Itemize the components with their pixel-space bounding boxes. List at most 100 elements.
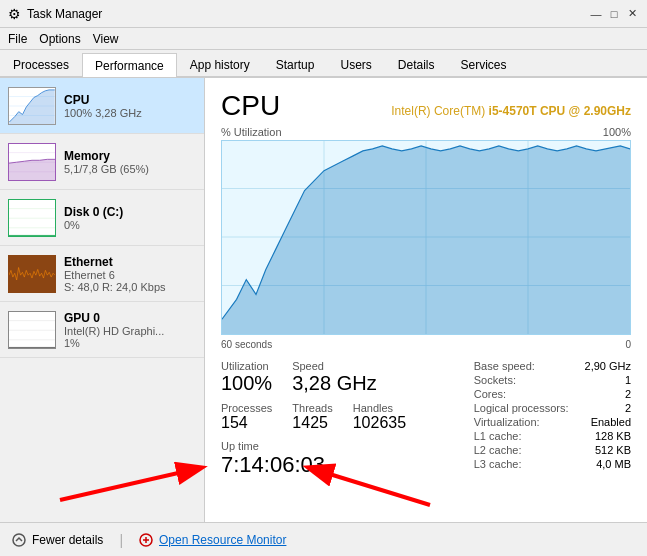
- l1-label: L1 cache:: [474, 430, 569, 442]
- cpu-panel-title: CPU: [221, 90, 280, 122]
- tab-processes[interactable]: Processes: [0, 52, 82, 76]
- specs-panel: Base speed: 2,90 GHz Sockets: 1 Cores: 2…: [474, 360, 631, 482]
- gpu-sidebar-detail2: 1%: [64, 337, 196, 349]
- tab-app-history[interactable]: App history: [177, 52, 263, 76]
- ethernet-sidebar-detail: Ethernet 6: [64, 269, 196, 281]
- tab-details[interactable]: Details: [385, 52, 448, 76]
- cpu-model-label: Intel(R) Core(TM) i5-4570T CPU @ 2.90GHz: [391, 104, 631, 118]
- ethernet-sidebar-detail2: S: 48,0 R: 24,0 Kbps: [64, 281, 196, 293]
- ethernet-thumbnail: [8, 255, 56, 293]
- disk-sidebar-name: Disk 0 (C:): [64, 205, 196, 219]
- tab-services[interactable]: Services: [448, 52, 520, 76]
- cores-label: Cores:: [474, 388, 569, 400]
- menu-bar: File Options View: [0, 28, 647, 50]
- spec-grid: Base speed: 2,90 GHz Sockets: 1 Cores: 2…: [474, 360, 631, 470]
- maximize-button[interactable]: □: [607, 7, 621, 21]
- sidebar-item-memory[interactable]: Memory 5,1/7,8 GB (65%): [0, 134, 204, 190]
- gpu-sidebar-detail: Intel(R) HD Graphi...: [64, 325, 196, 337]
- l2-value: 512 KB: [585, 444, 631, 456]
- tab-bar: Processes Performance App history Startu…: [0, 50, 647, 78]
- l2-label: L2 cache:: [474, 444, 569, 456]
- sidebar-item-gpu[interactable]: GPU 0 Intel(R) HD Graphi... 1%: [0, 302, 204, 358]
- processes-stat-label: Processes: [221, 402, 272, 414]
- gpu-sidebar-name: GPU 0: [64, 311, 196, 325]
- separator: |: [119, 532, 123, 548]
- svg-marker-9: [9, 159, 55, 180]
- handles-stat-value: 102635: [353, 414, 406, 432]
- ethernet-sidebar-name: Ethernet: [64, 255, 196, 269]
- cpu-sidebar-name: CPU: [64, 93, 196, 107]
- processes-stat-value: 154: [221, 414, 272, 432]
- bottom-bar: Fewer details | Open Resource Monitor: [0, 522, 647, 556]
- sidebar-item-ethernet[interactable]: Ethernet Ethernet 6 S: 48,0 R: 24,0 Kbps: [0, 246, 204, 302]
- menu-options[interactable]: Options: [39, 32, 80, 46]
- threads-stat-label: Threads: [292, 402, 332, 414]
- svg-point-27: [13, 534, 25, 546]
- cpu-graph: [221, 140, 631, 335]
- l3-value: 4,0 MB: [585, 458, 631, 470]
- memory-sidebar-detail: 5,1/7,8 GB (65%): [64, 163, 196, 175]
- minimize-button[interactable]: —: [589, 7, 603, 21]
- tab-performance[interactable]: Performance: [82, 53, 177, 77]
- window-controls: — □ ✕: [589, 7, 639, 21]
- graph-left-label: 60 seconds: [221, 339, 272, 350]
- menu-view[interactable]: View: [93, 32, 119, 46]
- title-bar: ⚙ Task Manager — □ ✕: [0, 0, 647, 28]
- graph-time-labels: 60 seconds 0: [221, 339, 631, 350]
- stat-threads: Threads 1425: [292, 402, 332, 432]
- monitor-icon: [139, 533, 153, 547]
- close-button[interactable]: ✕: [625, 7, 639, 21]
- util-max-label: 100%: [603, 126, 631, 138]
- app-icon: ⚙: [8, 6, 21, 22]
- disk-thumbnail: [8, 199, 56, 237]
- handles-stat-label: Handles: [353, 402, 406, 414]
- right-panel: CPU Intel(R) Core(TM) i5-4570T CPU @ 2.9…: [205, 78, 647, 522]
- base-speed-label: Base speed:: [474, 360, 569, 372]
- cpu-sidebar-detail: 100% 3,28 GHz: [64, 107, 196, 119]
- disk-sidebar-detail: 0%: [64, 219, 196, 231]
- process-thread-row: Processes 154 Threads 1425 Handles 10263…: [221, 402, 450, 432]
- speed-stat-value: 3,28 GHz: [292, 372, 376, 394]
- fewer-details-button[interactable]: Fewer details: [12, 533, 103, 547]
- stat-speed: Speed 3,28 GHz: [292, 360, 376, 394]
- tab-users[interactable]: Users: [327, 52, 384, 76]
- cpu-thumbnail: [8, 87, 56, 125]
- chevron-up-icon: [12, 533, 26, 547]
- sidebar-item-cpu[interactable]: CPU 100% 3,28 GHz: [0, 78, 204, 134]
- l3-label: L3 cache:: [474, 458, 569, 470]
- virt-label: Virtualization:: [474, 416, 569, 428]
- cpu-model-highlight: i5-4570T CPU @ 2.90GHz: [489, 104, 631, 118]
- tab-startup[interactable]: Startup: [263, 52, 328, 76]
- cpu-header: CPU Intel(R) Core(TM) i5-4570T CPU @ 2.9…: [221, 90, 631, 122]
- uptime-label: Up time: [221, 440, 450, 452]
- sockets-value: 1: [585, 374, 631, 386]
- main-content: CPU 100% 3,28 GHz Memory 5,1/7,8 GB (65%…: [0, 78, 647, 522]
- uptime-value: 7:14:06:03: [221, 452, 450, 478]
- bottom-stats: Utilization 100% Speed 3,28 GHz Processe…: [221, 360, 631, 482]
- virt-value: Enabled: [585, 416, 631, 428]
- util-label-text: % Utilization: [221, 126, 282, 138]
- memory-thumbnail: [8, 143, 56, 181]
- stat-utilization: Utilization 100%: [221, 360, 272, 394]
- util-speed-row: Utilization 100% Speed 3,28 GHz: [221, 360, 450, 394]
- ethernet-sidebar-info: Ethernet Ethernet 6 S: 48,0 R: 24,0 Kbps: [64, 255, 196, 293]
- cores-value: 2: [585, 388, 631, 400]
- threads-stat-value: 1425: [292, 414, 332, 432]
- stat-processes: Processes 154: [221, 402, 272, 432]
- menu-file[interactable]: File: [8, 32, 27, 46]
- uptime-section: Up time 7:14:06:03: [221, 440, 450, 478]
- stat-handles: Handles 102635: [353, 402, 406, 432]
- logical-label: Logical processors:: [474, 402, 569, 414]
- sidebar-item-disk[interactable]: Disk 0 (C:) 0%: [0, 190, 204, 246]
- speed-stat-label: Speed: [292, 360, 376, 372]
- gpu-sidebar-info: GPU 0 Intel(R) HD Graphi... 1%: [64, 311, 196, 349]
- cpu-sidebar-info: CPU 100% 3,28 GHz: [64, 93, 196, 119]
- graph-right-label: 0: [625, 339, 631, 350]
- utilization-stat-value: 100%: [221, 372, 272, 394]
- utilization-label-row: % Utilization 100%: [221, 126, 631, 138]
- stats-main: Utilization 100% Speed 3,28 GHz Processe…: [221, 360, 450, 482]
- open-resource-monitor-button[interactable]: Open Resource Monitor: [139, 533, 286, 547]
- l1-value: 128 KB: [585, 430, 631, 442]
- sidebar: CPU 100% 3,28 GHz Memory 5,1/7,8 GB (65%…: [0, 78, 205, 522]
- gpu-thumbnail: [8, 311, 56, 349]
